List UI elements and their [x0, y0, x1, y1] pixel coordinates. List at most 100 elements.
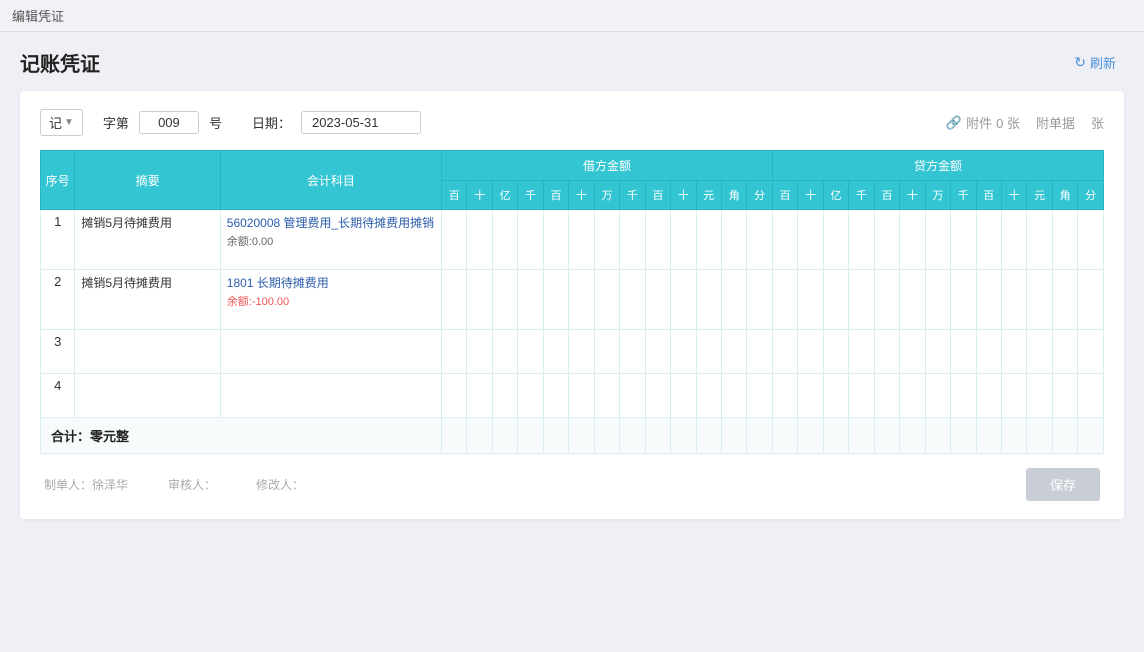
row1-debit-d2[interactable]: [467, 210, 492, 270]
refresh-button[interactable]: ↻ 刷新: [1066, 49, 1124, 76]
row-summary-4[interactable]: [75, 374, 220, 418]
voucher-number-input[interactable]: [139, 111, 199, 134]
row1-debit-d8[interactable]: [620, 210, 645, 270]
row4-debit-d5[interactable]: [543, 374, 568, 418]
row2-credit-d2[interactable]: [798, 270, 823, 330]
row-seq-4[interactable]: 4: [41, 374, 75, 418]
row2-debit-d11[interactable]: [696, 270, 721, 330]
row2-debit-d7[interactable]: [594, 270, 619, 330]
row3-credit-d4[interactable]: [849, 330, 874, 374]
row2-debit-d4[interactable]: [518, 270, 543, 330]
row1-credit-d6[interactable]: [900, 210, 925, 270]
row-seq-1[interactable]: 1: [41, 210, 75, 270]
row1-debit-d13[interactable]: [747, 210, 772, 270]
row3-credit-d5[interactable]: [874, 330, 899, 374]
row1-credit-d13[interactable]: [1078, 210, 1104, 270]
row3-credit-d6[interactable]: [900, 330, 925, 374]
row1-credit-d12[interactable]: [1052, 210, 1077, 270]
row3-credit-d12[interactable]: [1052, 330, 1077, 374]
row2-credit-d6[interactable]: [900, 270, 925, 330]
row-summary-2[interactable]: 摊销5月待摊费用: [75, 270, 220, 330]
row2-credit-d4[interactable]: [849, 270, 874, 330]
row-account-2[interactable]: 1801 长期待摊费用余额:-100.00: [220, 270, 441, 330]
row2-debit-d9[interactable]: [645, 270, 670, 330]
save-button[interactable]: 保存: [1026, 468, 1100, 501]
voucher-type-button[interactable]: 记 ▼: [40, 109, 83, 136]
row4-debit-d4[interactable]: [518, 374, 543, 418]
row2-debit-d10[interactable]: [671, 270, 696, 330]
row3-debit-d9[interactable]: [645, 330, 670, 374]
row-account-3[interactable]: [220, 330, 441, 374]
row-seq-2[interactable]: 2: [41, 270, 75, 330]
date-input[interactable]: [301, 111, 421, 134]
row2-debit-d12[interactable]: [722, 270, 747, 330]
row4-debit-d11[interactable]: [696, 374, 721, 418]
row1-credit-d2[interactable]: [798, 210, 823, 270]
row3-debit-d6[interactable]: [569, 330, 594, 374]
row2-credit-d10[interactable]: [1001, 270, 1026, 330]
row2-debit-d2[interactable]: [467, 270, 492, 330]
row1-debit-d10[interactable]: [671, 210, 696, 270]
single-doc-link[interactable]: 附单据: [1036, 113, 1075, 132]
row4-debit-d7[interactable]: [594, 374, 619, 418]
row1-credit-d1[interactable]: [772, 210, 797, 270]
row3-debit-d3[interactable]: [492, 330, 517, 374]
row3-debit-d1[interactable]: [442, 330, 467, 374]
row3-credit-d7[interactable]: [925, 330, 950, 374]
row3-credit-d11[interactable]: [1027, 330, 1052, 374]
row4-credit-d3[interactable]: [823, 374, 848, 418]
row4-credit-d13[interactable]: [1078, 374, 1104, 418]
row4-credit-d11[interactable]: [1027, 374, 1052, 418]
row3-credit-d3[interactable]: [823, 330, 848, 374]
row2-credit-d3[interactable]: [823, 270, 848, 330]
row4-debit-d6[interactable]: [569, 374, 594, 418]
row4-credit-d6[interactable]: [900, 374, 925, 418]
row2-credit-d8[interactable]: [951, 270, 976, 330]
row2-credit-d11[interactable]: [1027, 270, 1052, 330]
row1-credit-d11[interactable]: [1027, 210, 1052, 270]
row4-debit-d10[interactable]: [671, 374, 696, 418]
row4-debit-d2[interactable]: [467, 374, 492, 418]
row1-debit-d9[interactable]: [645, 210, 670, 270]
row3-debit-d5[interactable]: [543, 330, 568, 374]
row4-credit-d1[interactable]: [772, 374, 797, 418]
row3-debit-d10[interactable]: [671, 330, 696, 374]
row1-debit-d3[interactable]: [492, 210, 517, 270]
row3-credit-d2[interactable]: [798, 330, 823, 374]
row1-debit-d6[interactable]: [569, 210, 594, 270]
row2-debit-d1[interactable]: [442, 270, 467, 330]
row4-credit-d4[interactable]: [849, 374, 874, 418]
row4-debit-d1[interactable]: [442, 374, 467, 418]
row1-debit-d11[interactable]: [696, 210, 721, 270]
row1-credit-d4[interactable]: [849, 210, 874, 270]
row4-credit-d10[interactable]: [1001, 374, 1026, 418]
row2-credit-d9[interactable]: [976, 270, 1001, 330]
row3-credit-d13[interactable]: [1078, 330, 1104, 374]
row3-credit-d9[interactable]: [976, 330, 1001, 374]
row4-credit-d8[interactable]: [951, 374, 976, 418]
row2-debit-d6[interactable]: [569, 270, 594, 330]
row4-credit-d2[interactable]: [798, 374, 823, 418]
attachment-link[interactable]: 🔗 附件 0 张: [946, 113, 1020, 132]
row4-debit-d13[interactable]: [747, 374, 772, 418]
row2-debit-d8[interactable]: [620, 270, 645, 330]
row3-debit-d12[interactable]: [722, 330, 747, 374]
row3-credit-d1[interactable]: [772, 330, 797, 374]
row2-credit-d5[interactable]: [874, 270, 899, 330]
row1-credit-d3[interactable]: [823, 210, 848, 270]
row-summary-1[interactable]: 摊销5月待摊费用: [75, 210, 220, 270]
row2-debit-d13[interactable]: [747, 270, 772, 330]
row3-credit-d8[interactable]: [951, 330, 976, 374]
row-account-1[interactable]: 56020008 管理费用_长期待摊费用摊销余额:0.00: [220, 210, 441, 270]
row3-debit-d7[interactable]: [594, 330, 619, 374]
row2-credit-d7[interactable]: [925, 270, 950, 330]
row1-credit-d9[interactable]: [976, 210, 1001, 270]
row1-debit-d1[interactable]: [442, 210, 467, 270]
row4-debit-d12[interactable]: [722, 374, 747, 418]
row3-debit-d13[interactable]: [747, 330, 772, 374]
row3-debit-d2[interactable]: [467, 330, 492, 374]
row3-debit-d4[interactable]: [518, 330, 543, 374]
row1-credit-d10[interactable]: [1001, 210, 1026, 270]
row3-debit-d11[interactable]: [696, 330, 721, 374]
row-summary-3[interactable]: [75, 330, 220, 374]
